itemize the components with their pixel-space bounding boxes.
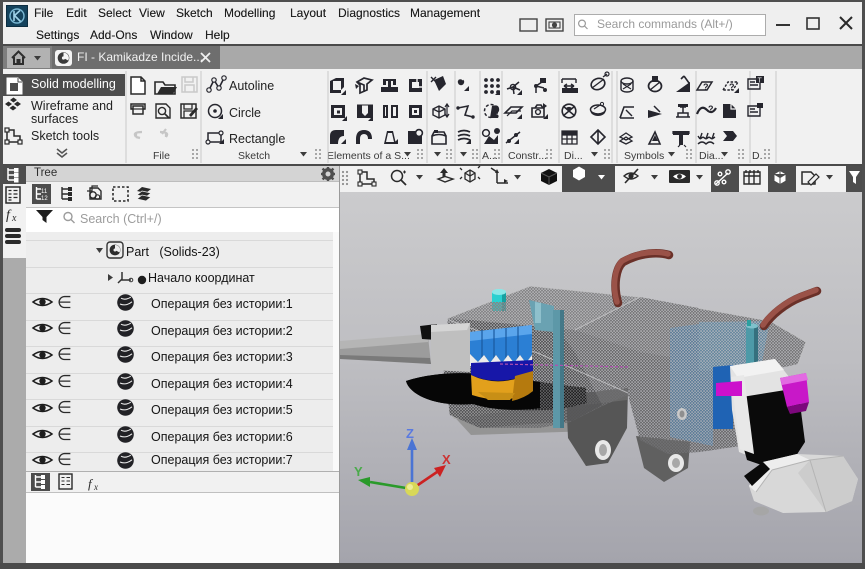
svg-text:x: x: [93, 482, 98, 492]
svg-text:x: x: [11, 213, 17, 224]
svg-text:?: ?: [708, 104, 714, 114]
svg-text:∈: ∈: [57, 425, 72, 444]
svg-text:∈: ∈: [57, 372, 72, 391]
svg-text:12: 12: [41, 196, 48, 202]
svg-text:∈: ∈: [57, 450, 72, 469]
svg-text:∈: ∈: [57, 345, 72, 364]
svg-text:?: ?: [703, 82, 709, 92]
svg-text:11: 11: [41, 189, 48, 195]
svg-text:∈: ∈: [57, 293, 72, 312]
svg-text:T: T: [758, 78, 763, 85]
svg-text:?: ?: [729, 82, 735, 92]
svg-text:∈: ∈: [57, 398, 72, 417]
svg-text:∈: ∈: [57, 319, 72, 338]
